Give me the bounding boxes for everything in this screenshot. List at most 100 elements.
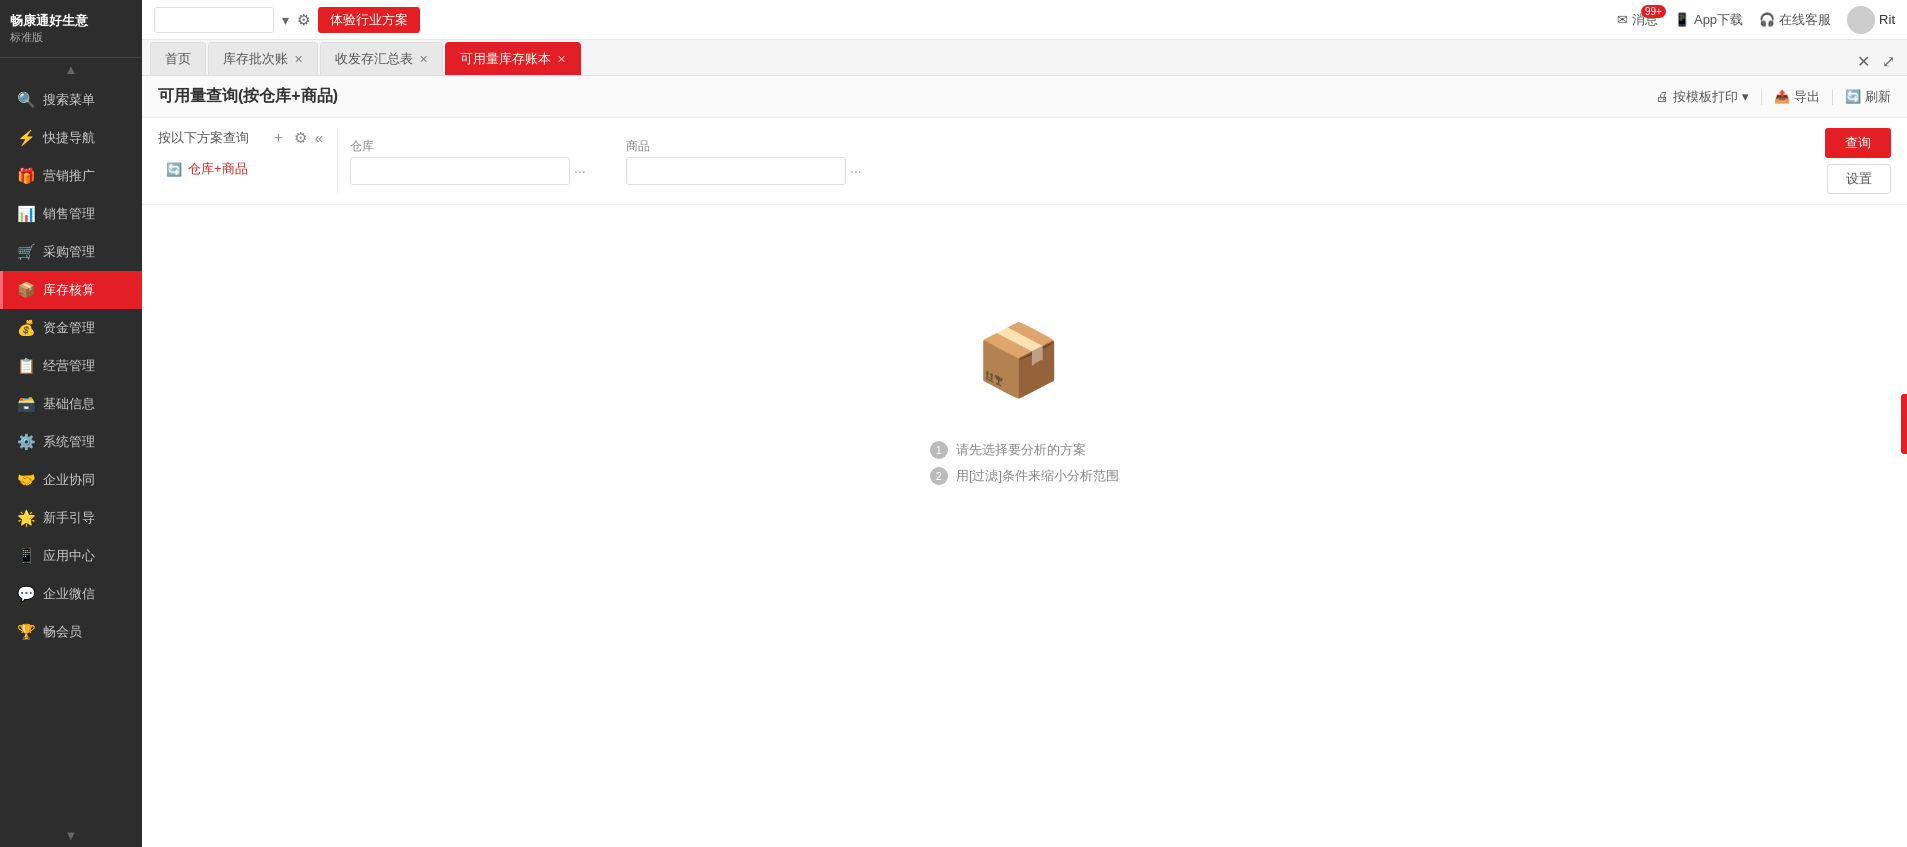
tab-home-label: 首页 [165, 50, 191, 68]
message-badge: 99+ [1641, 5, 1666, 18]
filter-area: 按以下方案查询 ＋ ⚙ « 🔄 仓库+商品 仓库 [142, 118, 1907, 205]
export-icon: 📤 [1774, 89, 1790, 104]
tab-batch[interactable]: 库存批次账 ✕ [208, 42, 318, 75]
sidebar-item-purchase[interactable]: 🛒 采购管理 [0, 233, 142, 271]
purchase-icon: 🛒 [17, 243, 35, 261]
apps-icon: 📱 [17, 547, 35, 565]
warehouse-label: 仓库 [350, 138, 610, 155]
topbar-dropdown-button[interactable]: ▾ [282, 12, 289, 28]
divider2 [1832, 89, 1833, 105]
sidebar-logo-subtitle: 标准版 [10, 30, 132, 45]
export-button[interactable]: 📤 导出 [1774, 88, 1820, 106]
export-label: 导出 [1794, 88, 1820, 106]
product-input-row: ··· [626, 157, 886, 185]
guide-icon: 🌟 [17, 509, 35, 527]
maximize-window-button[interactable]: ⤢ [1878, 48, 1899, 75]
topbar: ▾ ⚙ 体验行业方案 ✉ 消息 99+ 📱 App下载 🎧 在线客服 Rit [142, 0, 1907, 40]
sidebar-item-operation[interactable]: 📋 经营管理 [0, 347, 142, 385]
sidebar-item-wechat[interactable]: 💬 企业微信 [0, 575, 142, 613]
product-input[interactable] [626, 157, 846, 185]
sidebar-item-label: 销售管理 [43, 205, 95, 223]
product-label: 商品 [626, 138, 886, 155]
product-more-button[interactable]: ··· [850, 163, 862, 179]
close-window-button[interactable]: ✕ [1853, 48, 1874, 75]
app-label: App下载 [1694, 11, 1743, 29]
tip-num-1: 1 [930, 441, 948, 459]
sidebar-item-label: 采购管理 [43, 243, 95, 261]
filter-scheme-panel: 按以下方案查询 ＋ ⚙ « 🔄 仓库+商品 [158, 128, 338, 194]
filter-fields: 仓库 ··· 商品 ··· 查询 设置 [350, 128, 1891, 194]
sidebar-item-member[interactable]: 🏆 畅会员 [0, 613, 142, 651]
wechat-icon: 💬 [17, 585, 35, 603]
sidebar-item-label: 经营管理 [43, 357, 95, 375]
tab-inout[interactable]: 收发存汇总表 ✕ [320, 42, 443, 75]
warehouse-filter-field: 仓库 ··· [350, 138, 610, 185]
sidebar-item-search[interactable]: 🔍 搜索菜单 [0, 81, 142, 119]
sidebar-item-guide[interactable]: 🌟 新手引导 [0, 499, 142, 537]
sidebar-item-label: 应用中心 [43, 547, 95, 565]
print-dropdown-icon: ▾ [1742, 89, 1749, 104]
sidebar-scroll-up[interactable]: ▲ [0, 58, 142, 81]
sidebar-item-quicknav[interactable]: ⚡ 快捷导航 [0, 119, 142, 157]
add-scheme-button[interactable]: ＋ [269, 128, 288, 147]
scheme-item-warehouse-product[interactable]: 🔄 仓库+商品 [158, 155, 325, 183]
right-edge-handle[interactable] [1901, 394, 1907, 454]
sidebar-item-finance[interactable]: 💰 资金管理 [0, 309, 142, 347]
app-download-button[interactable]: 📱 App下载 [1674, 11, 1743, 29]
sidebar-item-apps[interactable]: 📱 应用中心 [0, 537, 142, 575]
message-button[interactable]: ✉ 消息 99+ [1617, 11, 1658, 29]
settings-button[interactable]: 设置 [1827, 164, 1891, 194]
sidebar-item-basic[interactable]: 🗃️ 基础信息 [0, 385, 142, 423]
search-icon: 🔍 [17, 91, 35, 109]
sidebar-item-label: 企业微信 [43, 585, 95, 603]
member-icon: 🏆 [17, 623, 35, 641]
online-service-button[interactable]: 🎧 在线客服 [1759, 11, 1831, 29]
sidebar-item-label: 快捷导航 [43, 129, 95, 147]
scheme-item-label: 仓库+商品 [188, 160, 248, 178]
scheme-actions: ＋ ⚙ « [269, 128, 325, 147]
sidebar-item-enterprise[interactable]: 🤝 企业协同 [0, 461, 142, 499]
sidebar-scroll-down[interactable]: ▼ [0, 824, 142, 847]
sidebar-header: 畅康通好生意 标准版 [0, 0, 142, 58]
sidebar-item-marketing[interactable]: 🎁 营销推广 [0, 157, 142, 195]
topbar-search-input[interactable] [154, 7, 274, 33]
sidebar-item-label: 营销推广 [43, 167, 95, 185]
warehouse-input-row: ··· [350, 157, 610, 185]
print-button[interactable]: 🖨 按模板打印 ▾ [1656, 88, 1749, 106]
user-menu[interactable]: Rit [1847, 6, 1895, 34]
empty-icon: 📦 [975, 325, 1075, 395]
tab-home[interactable]: 首页 [150, 42, 206, 75]
collapse-scheme-button[interactable]: « [313, 128, 325, 147]
query-button[interactable]: 查询 [1825, 128, 1891, 158]
topbar-gear-button[interactable]: ⚙ [297, 11, 310, 29]
tab-available-close[interactable]: ✕ [557, 53, 566, 66]
sidebar-item-label: 基础信息 [43, 395, 95, 413]
warehouse-input[interactable] [350, 157, 570, 185]
basic-icon: 🗃️ [17, 395, 35, 413]
refresh-button[interactable]: 🔄 刷新 [1845, 88, 1891, 106]
empty-state: 📦 1 请先选择要分析的方案 2 用[过滤]条件来缩小分析范围 [142, 205, 1907, 605]
inventory-icon: 📦 [17, 281, 35, 299]
sidebar-item-system[interactable]: ⚙️ 系统管理 [0, 423, 142, 461]
scheme-item-icon: 🔄 [166, 162, 182, 177]
message-icon: ✉ [1617, 12, 1628, 27]
trial-industry-button[interactable]: 体验行业方案 [318, 7, 420, 33]
tab-available[interactable]: 可用量库存账本 ✕ [445, 42, 581, 75]
tab-available-label: 可用量库存账本 [460, 50, 551, 68]
page-header: 可用量查询(按仓库+商品) 🖨 按模板打印 ▾ 📤 导出 🔄 刷新 [142, 76, 1907, 118]
sidebar-item-label: 企业协同 [43, 471, 95, 489]
sidebar-item-sales[interactable]: 📊 销售管理 [0, 195, 142, 233]
edit-scheme-button[interactable]: ⚙ [292, 128, 309, 147]
warehouse-more-button[interactable]: ··· [574, 163, 586, 179]
tabs-window-controls: ✕ ⤢ [1853, 48, 1899, 75]
sidebar-item-label: 系统管理 [43, 433, 95, 451]
empty-tip-2: 2 用[过滤]条件来缩小分析范围 [930, 467, 1119, 485]
topbar-right: ✉ 消息 99+ 📱 App下载 🎧 在线客服 Rit [1617, 6, 1895, 34]
main-area: ▾ ⚙ 体验行业方案 ✉ 消息 99+ 📱 App下载 🎧 在线客服 Rit [142, 0, 1907, 847]
sidebar-item-label: 畅会员 [43, 623, 82, 641]
phone-icon: 📱 [1674, 12, 1690, 27]
tab-inout-close[interactable]: ✕ [419, 53, 428, 66]
tab-batch-close[interactable]: ✕ [294, 53, 303, 66]
sidebar-item-inventory[interactable]: 📦 库存核算 [0, 271, 142, 309]
sidebar-item-label: 资金管理 [43, 319, 95, 337]
